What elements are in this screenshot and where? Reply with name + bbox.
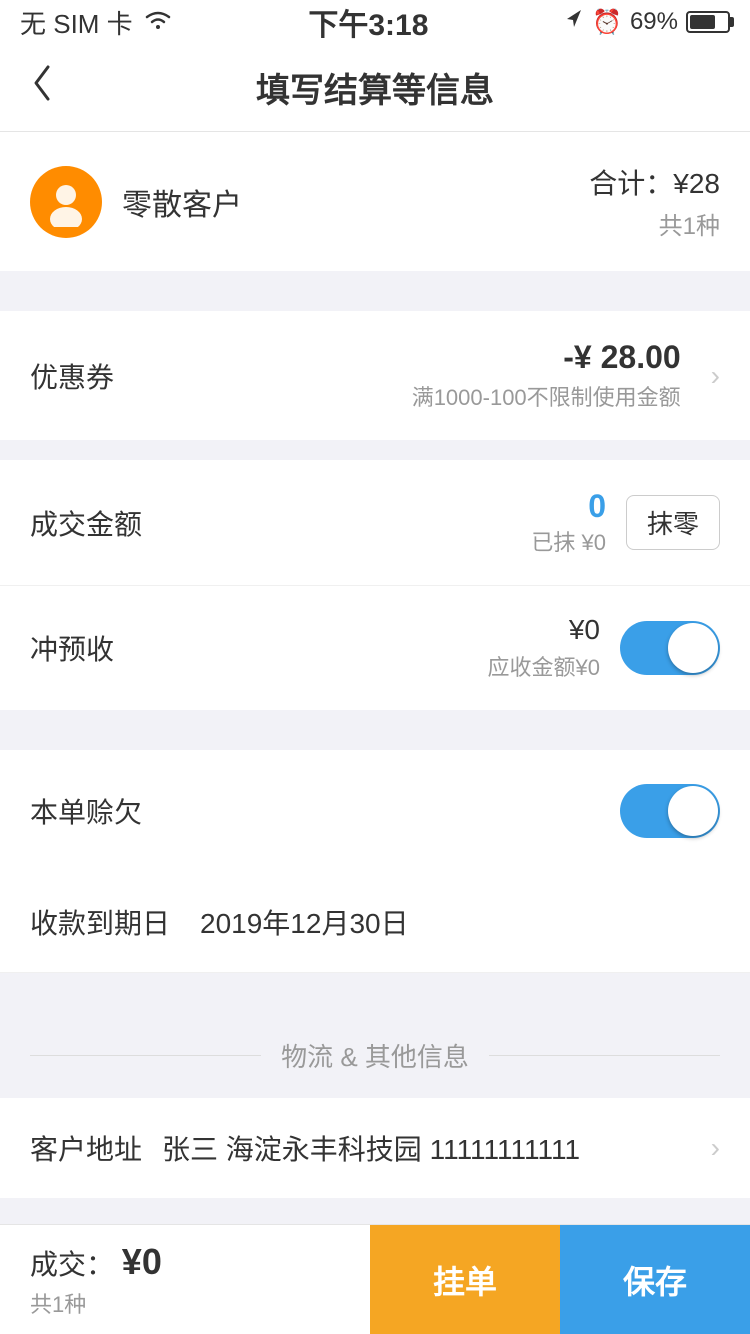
- status-time: 下午3:18: [308, 0, 428, 44]
- address-row[interactable]: 客户地址 张三 海淀永丰科技园 11111111111 ›: [0, 1098, 750, 1198]
- debit-toggle-knob: [668, 786, 718, 836]
- coupon-label: 优惠券: [30, 356, 114, 396]
- logistics-label: 物流 & 其他信息: [281, 1037, 469, 1074]
- bottom-info: 成交： ¥0 共1种: [0, 1241, 370, 1319]
- battery-percent: 69%: [630, 8, 678, 36]
- logistics-header: 物流 & 其他信息: [0, 1013, 750, 1098]
- debit-row: 本单赊欠: [0, 750, 750, 872]
- divider-4: [0, 973, 750, 993]
- bottom-deal-label: 成交：: [30, 1249, 114, 1280]
- divider-1: [0, 291, 750, 311]
- hang-order-button[interactable]: 挂单: [370, 1225, 560, 1334]
- bottom-amount: ¥0: [122, 1241, 162, 1282]
- coupon-section: 优惠券 -¥ 28.00 满1000-100不限制使用金额 ›: [0, 311, 750, 440]
- prepayment-row: 冲预收 ¥0 应收金额¥0: [0, 586, 750, 710]
- save-button[interactable]: 保存: [560, 1225, 750, 1334]
- deal-amount-label: 成交金额: [30, 503, 142, 543]
- logistics-section: 物流 & 其他信息: [0, 1013, 750, 1098]
- wifi-icon: [143, 7, 173, 38]
- address-value: 张三 海淀永丰科技园 11111111111: [162, 1128, 681, 1168]
- coupon-chevron-icon: ›: [711, 360, 720, 392]
- customer-total: 合计：¥28: [589, 162, 720, 202]
- customer-count: 共1种: [589, 206, 720, 241]
- round-zero-button[interactable]: 抹零: [626, 495, 720, 550]
- divider-3: [0, 710, 750, 730]
- coupon-amount: -¥ 28.00: [412, 339, 681, 376]
- battery-icon: [686, 11, 730, 33]
- address-section: 客户地址 张三 海淀永丰科技园 11111111111 ›: [0, 1098, 750, 1198]
- customer-right: 合计：¥28 共1种: [589, 162, 720, 241]
- status-left: 无 SIM 卡: [20, 4, 173, 41]
- alarm-icon: ⏰: [592, 8, 622, 37]
- nav-bar: 填写结算等信息: [0, 44, 750, 132]
- customer-name: 零散客户: [122, 180, 242, 224]
- coupon-right: -¥ 28.00 满1000-100不限制使用金额 ›: [412, 339, 720, 412]
- deal-section: 成交金额 0 已抹 ¥0 抹零 冲预收 ¥0 应收金额¥0: [0, 460, 750, 710]
- due-date-row: 收款到期日 2019年12月30日: [0, 872, 750, 973]
- customer-left: 零散客户: [30, 166, 242, 238]
- debit-section: 本单赊欠 收款到期日 2019年12月30日: [0, 750, 750, 973]
- divider-2: [0, 440, 750, 460]
- no-sim-label: 无 SIM 卡: [20, 4, 133, 41]
- coupon-info: -¥ 28.00 满1000-100不限制使用金额: [412, 339, 681, 412]
- main-content: 零散客户 合计：¥28 共1种 优惠券 -¥ 28.00 满1000-100不限…: [0, 132, 750, 1318]
- status-right: ⏰ 69%: [564, 8, 730, 37]
- due-date-value[interactable]: 2019年12月30日: [200, 902, 409, 942]
- coupon-desc: 满1000-100不限制使用金额: [412, 380, 681, 412]
- status-bar: 无 SIM 卡 下午3:18 ⏰ 69%: [0, 0, 750, 44]
- battery-fill: [690, 15, 715, 29]
- back-button[interactable]: [30, 63, 54, 112]
- bottom-bar: 成交： ¥0 共1种 挂单 保存: [0, 1224, 750, 1334]
- prepayment-right: ¥0 应收金额¥0: [488, 614, 720, 682]
- page-title: 填写结算等信息: [256, 63, 494, 112]
- address-label: 客户地址: [30, 1128, 142, 1168]
- prepayment-amount-col: ¥0 应收金额¥0: [488, 614, 600, 682]
- prepayment-amount: ¥0: [488, 614, 600, 646]
- deal-amount-right: 0 已抹 ¥0 抹零: [531, 488, 720, 557]
- bottom-deal-row: 成交： ¥0: [30, 1241, 340, 1283]
- coupon-row[interactable]: 优惠券 -¥ 28.00 满1000-100不限制使用金额 ›: [0, 311, 750, 440]
- customer-section: 零散客户 合计：¥28 共1种: [0, 132, 750, 271]
- toggle-knob: [668, 623, 718, 673]
- debit-toggle[interactable]: [620, 784, 720, 838]
- prepayment-label: 冲预收: [30, 628, 114, 668]
- deal-amount-row: 成交金额 0 已抹 ¥0 抹零: [0, 460, 750, 586]
- address-chevron-icon: ›: [711, 1132, 720, 1164]
- already-zeroed-label: 已抹 ¥0: [531, 525, 606, 557]
- bottom-count: 共1种: [30, 1287, 340, 1319]
- location-icon: [564, 8, 584, 37]
- prepayment-toggle[interactable]: [620, 621, 720, 675]
- prepayment-receivable: 应收金额¥0: [488, 650, 600, 682]
- customer-avatar: [30, 166, 102, 238]
- debit-label: 本单赊欠: [30, 791, 142, 831]
- due-date-label: 收款到期日: [30, 902, 170, 942]
- deal-amount-input[interactable]: 0: [588, 488, 606, 524]
